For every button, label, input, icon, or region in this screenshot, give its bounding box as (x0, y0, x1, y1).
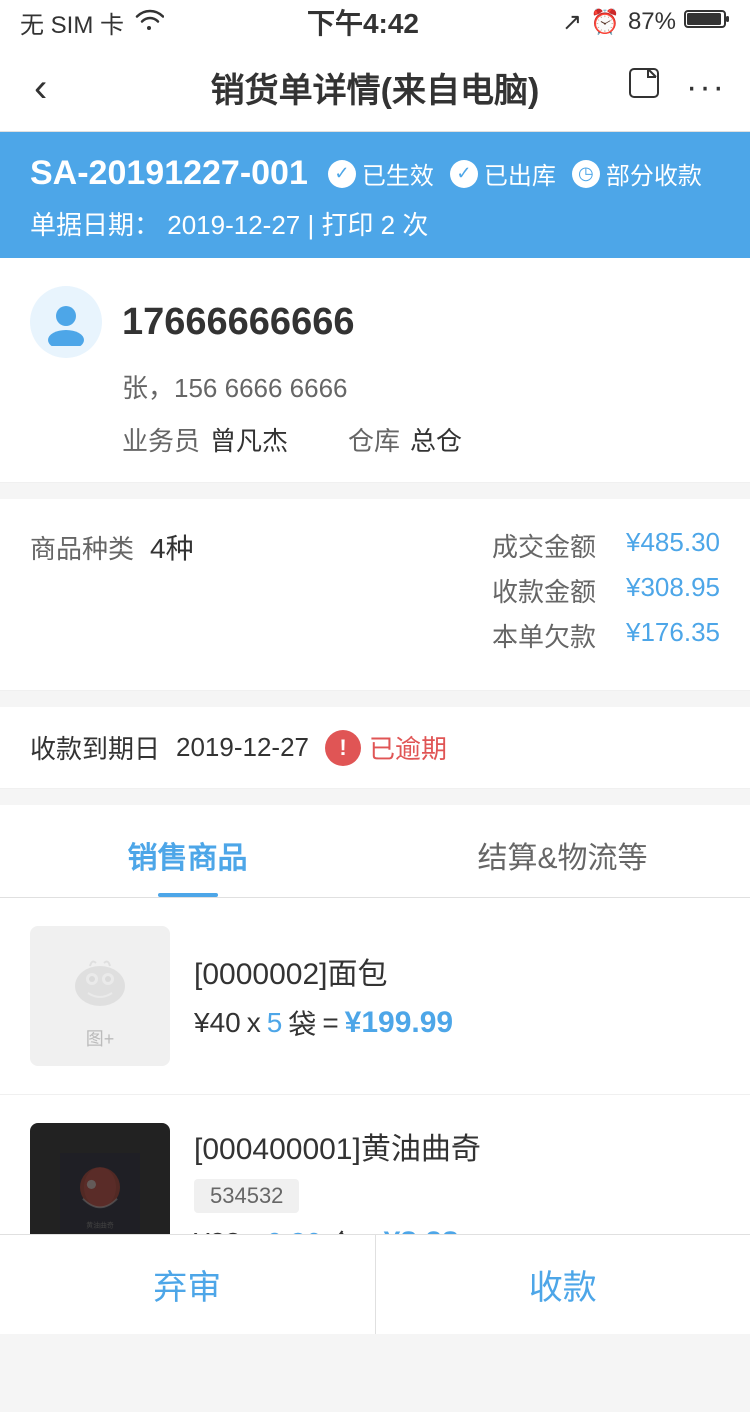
status-right: ↗ ⏰ 87% (562, 8, 730, 37)
product-price-1: ¥40 x 5袋 = ¥199.99 (194, 1003, 720, 1043)
share-icon[interactable] (626, 65, 662, 110)
due-date: 2019-12-27 (176, 732, 309, 763)
avatar (30, 286, 102, 358)
tabs-section: 销售商品 结算&物流等 (0, 805, 750, 1292)
warehouse-meta: 仓库 总仓 (348, 421, 462, 458)
warehouse-name: 总仓 (410, 421, 462, 458)
product-list: 图+ [0000002]面包 ¥40 x 5袋 = ¥199.99 (0, 898, 750, 1292)
list-item: 图+ [0000002]面包 ¥40 x 5袋 = ¥199.99 (0, 898, 750, 1095)
tabs-bar: 销售商品 结算&物流等 (0, 805, 750, 898)
tab-sales-products[interactable]: 销售商品 (0, 805, 375, 897)
product-info-1: [0000002]面包 ¥40 x 5袋 = ¥199.99 (194, 949, 720, 1043)
status-time: 下午4:42 (307, 2, 419, 42)
collected-row: 收款金额 ¥308.95 (492, 572, 720, 609)
customer-meta: 业务员 曾凡杰 仓库 总仓 (122, 421, 720, 458)
nav-actions: ··· (626, 65, 726, 110)
check-icon-1: ✓ (328, 160, 356, 188)
due-section: 收款到期日 2019-12-27 ! 已逾期 (0, 707, 750, 789)
arrears-label: 本单欠款 (492, 617, 596, 654)
tab-settlement[interactable]: 结算&物流等 (375, 805, 750, 897)
battery-level: 87% (628, 8, 676, 36)
more-icon[interactable]: ··· (686, 68, 726, 107)
deal-amount-label: 成交金额 (492, 527, 596, 564)
banner-date-row: 单据日期： 2019-12-27 | 打印 2 次 (30, 205, 720, 242)
arrears-value: ¥176.35 (626, 617, 720, 654)
product-placeholder-1: 图+ (60, 941, 140, 1051)
header-banner: SA-20191227-001 ✓ 已生效 ✓ 已出库 ◷ 部分收款 单据日期：… (0, 132, 750, 258)
type-count: 4种 (150, 527, 194, 567)
alarm-icon: ⏰ (590, 8, 620, 37)
warehouse-label: 仓库 (348, 421, 400, 458)
collected-label: 收款金额 (492, 572, 596, 609)
status-badge-partial: ◷ 部分收款 (572, 156, 702, 191)
status-badges: ✓ 已生效 ✓ 已出库 ◷ 部分收款 (328, 156, 702, 191)
product-image-1: 图+ (30, 926, 170, 1066)
sales-name: 曾凡杰 (210, 421, 288, 458)
overdue-badge: ! 已逾期 (325, 729, 447, 766)
summary-left: 商品种类 4种 (30, 527, 194, 567)
bottom-bar: 弃审 收款 (0, 1234, 750, 1334)
status-bar: 无 SIM 卡 下午4:42 ↗ ⏰ 87% (0, 0, 750, 44)
print-info: | 打印 2 次 (307, 210, 428, 240)
cancel-review-button[interactable]: 弃审 (0, 1235, 376, 1334)
overdue-icon: ! (325, 730, 361, 766)
customer-id: 17666666666 (122, 301, 354, 344)
due-label: 收款到期日 (30, 729, 160, 766)
order-date: 2019-12-27 (167, 210, 300, 240)
back-button[interactable]: ‹ (24, 58, 57, 118)
summary-section: 商品种类 4种 成交金额 ¥485.30 收款金额 ¥308.95 本单欠款 ¥… (0, 499, 750, 691)
product-name-2: [000400001]黄油曲奇 (194, 1124, 720, 1168)
type-label: 商品种类 (30, 529, 134, 566)
location-icon: ↗ (562, 8, 582, 37)
deal-amount-value: ¥485.30 (626, 527, 720, 564)
clock-icon: ◷ (572, 160, 600, 188)
customer-sub: 张，156 6666 6666 (122, 368, 720, 405)
customer-main: 17666666666 (30, 286, 720, 358)
arrears-row: 本单欠款 ¥176.35 (492, 617, 720, 654)
sales-meta: 业务员 曾凡杰 (122, 421, 288, 458)
wifi-icon (134, 8, 164, 37)
customer-section: 17666666666 张，156 6666 6666 业务员 曾凡杰 仓库 总… (0, 258, 750, 483)
status-badge-effective: ✓ 已生效 (328, 156, 434, 191)
collect-payment-button[interactable]: 收款 (376, 1235, 750, 1334)
sales-label: 业务员 (122, 421, 200, 458)
deal-amount-row: 成交金额 ¥485.30 (492, 527, 720, 564)
check-icon-2: ✓ (450, 160, 478, 188)
banner-row1: SA-20191227-001 ✓ 已生效 ✓ 已出库 ◷ 部分收款 (30, 154, 720, 193)
status-left: 无 SIM 卡 (20, 5, 164, 40)
overdue-text: 已逾期 (369, 729, 447, 766)
sim-status: 无 SIM 卡 (20, 5, 124, 40)
product-sku-2: 534532 (194, 1179, 299, 1213)
product-name-1: [0000002]面包 (194, 949, 720, 993)
battery-icon (684, 8, 730, 37)
nav-bar: ‹ 销货单详情(来自电脑) ··· (0, 44, 750, 132)
date-label: 单据日期： (30, 210, 160, 240)
page-title: 销货单详情(来自电脑) (211, 63, 540, 112)
status-badge-shipped: ✓ 已出库 (450, 156, 556, 191)
collected-value: ¥308.95 (626, 572, 720, 609)
summary-right: 成交金额 ¥485.30 收款金额 ¥308.95 本单欠款 ¥176.35 (492, 527, 720, 662)
summary-row: 商品种类 4种 成交金额 ¥485.30 收款金额 ¥308.95 本单欠款 ¥… (30, 527, 720, 662)
order-id: SA-20191227-001 (30, 154, 308, 193)
